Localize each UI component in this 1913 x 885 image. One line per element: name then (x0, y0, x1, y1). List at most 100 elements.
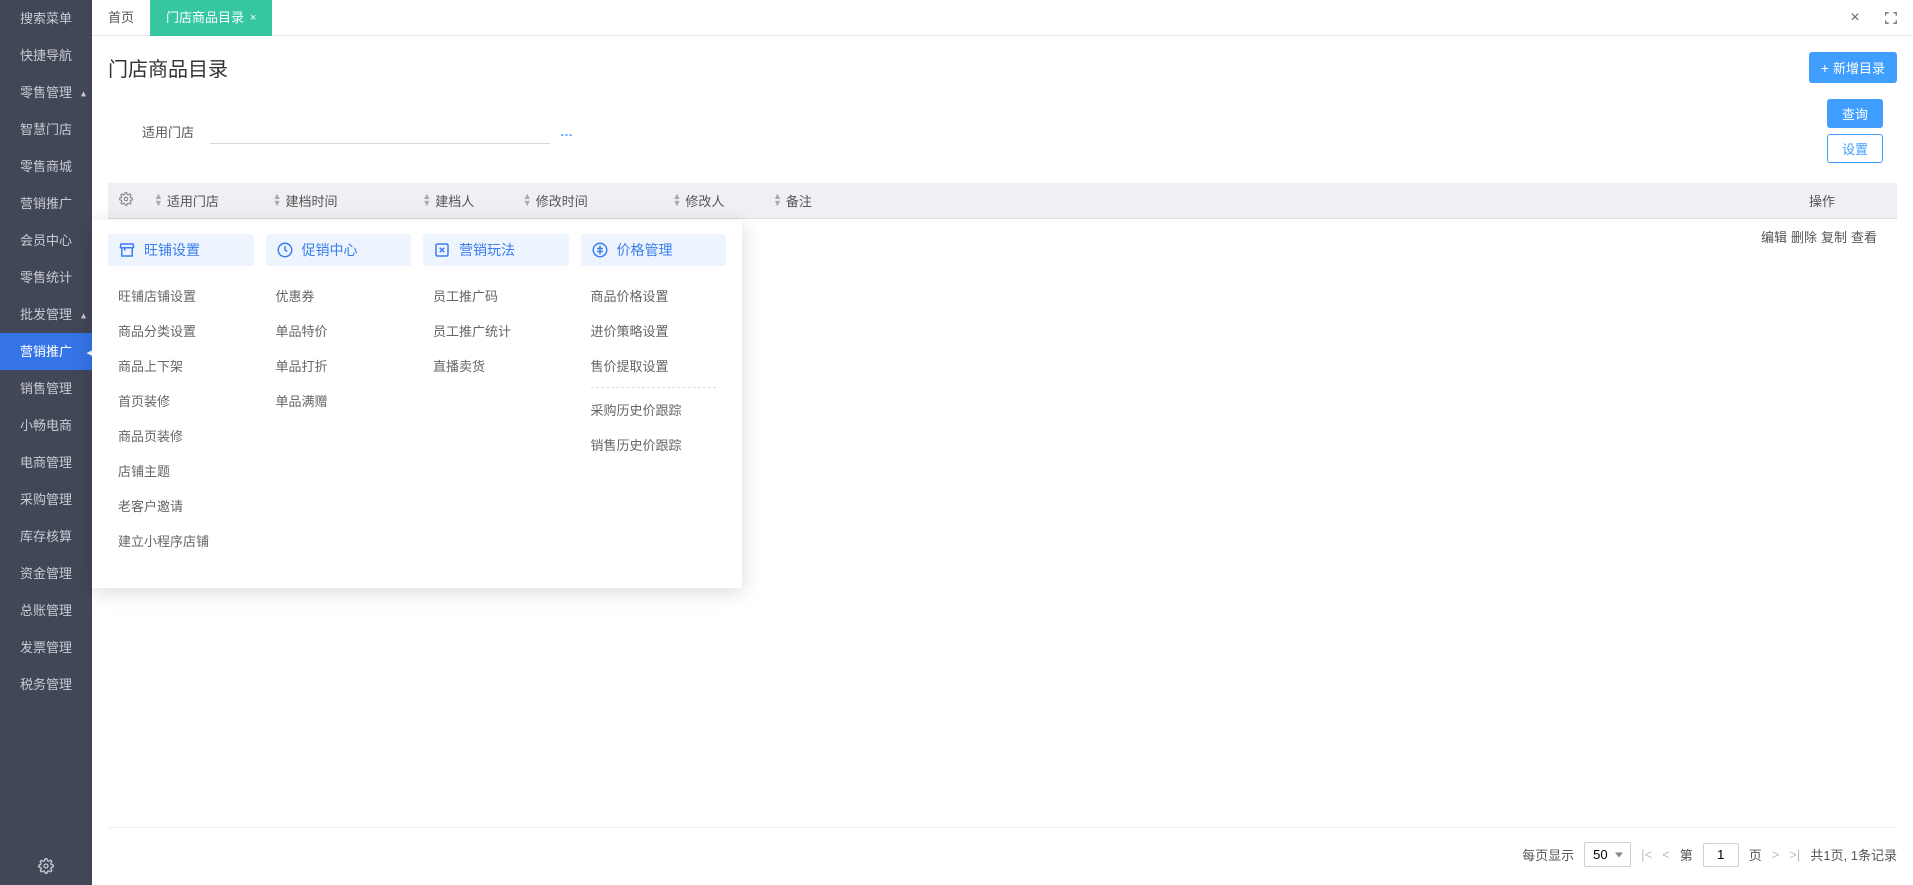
sidebar-subitem[interactable]: 零售统计 (0, 259, 92, 296)
page-next-icon[interactable]: > (1772, 847, 1780, 862)
flyout-item[interactable]: 商品页装修 (108, 418, 254, 453)
row-actions: 编辑删除复制查看 (1747, 219, 1897, 255)
flyout-item[interactable]: 员工推广码 (423, 278, 569, 313)
flyout-item[interactable]: 商品上下架 (108, 348, 254, 383)
sidebar-subitem[interactable]: 会员中心 (0, 222, 92, 259)
th-operations: 操作 (1747, 183, 1897, 219)
flyout-item[interactable]: 商品价格设置 (581, 278, 727, 313)
tab-active-label: 门店商品目录 (166, 0, 244, 36)
flyout-column: 旺铺设置旺铺店铺设置商品分类设置商品上下架首页装修商品页装修店铺主题老客户邀请建… (108, 234, 254, 558)
search-label: 适用门店 (142, 122, 194, 141)
store-input[interactable] (210, 118, 550, 144)
flyout-item[interactable]: 员工推广统计 (423, 313, 569, 348)
page-title: 门店商品目录 (108, 53, 228, 82)
gear-icon (38, 858, 54, 874)
flyout-item[interactable]: 售价提取设置 (581, 348, 727, 383)
pagination-info: 共1页, 1条记录 (1810, 845, 1897, 864)
sidebar-item[interactable]: 电商管理 (0, 444, 92, 481)
per-page-select[interactable]: 50 (1584, 842, 1631, 867)
flyout-item[interactable]: 旺铺店铺设置 (108, 278, 254, 313)
sidebar-item[interactable]: 小畅电商 (0, 407, 92, 444)
flyout-heading: 旺铺设置 (108, 234, 254, 266)
flyout-item[interactable]: 店铺主题 (108, 453, 254, 488)
page-label-prefix: 第 (1680, 845, 1693, 864)
flyout-heading: 价格管理 (581, 234, 727, 266)
flyout-item[interactable]: 进价策略设置 (581, 313, 727, 348)
th-created-at[interactable]: 建档时间 (263, 183, 413, 219)
th-store[interactable]: 适用门店 (144, 183, 263, 219)
flyout-item[interactable]: 直播卖货 (423, 348, 569, 383)
page-label-suffix: 页 (1749, 845, 1762, 864)
th-created-by[interactable]: 建档人 (412, 183, 512, 219)
more-dots-icon[interactable]: … (560, 124, 574, 139)
tab-active[interactable]: 门店商品目录 × (150, 0, 272, 36)
sidebar-subitem[interactable]: 营销推广◂ (0, 333, 92, 370)
plus-icon: + (1821, 60, 1829, 76)
table-cell (763, 219, 1747, 255)
sort-icon (422, 193, 431, 207)
page-first-icon[interactable]: |< (1641, 847, 1652, 862)
sort-icon (273, 193, 282, 207)
flyout-item[interactable]: 销售历史价跟踪 (581, 427, 727, 462)
flyout-divider (591, 387, 717, 388)
sort-icon (773, 193, 782, 207)
sidebar-item[interactable]: 资金管理 (0, 555, 92, 592)
sidebar-item[interactable]: 总账管理 (0, 592, 92, 629)
page-prev-icon[interactable]: < (1662, 847, 1670, 862)
sidebar-subitem[interactable]: 零售商城 (0, 148, 92, 185)
sidebar-subitem[interactable]: 销售管理 (0, 370, 92, 407)
row-action[interactable]: 查看 (1851, 230, 1877, 245)
flyout-item[interactable]: 首页装修 (108, 383, 254, 418)
sidebar-item[interactable]: 采购管理 (0, 481, 92, 518)
flyout-panel: 旺铺设置旺铺店铺设置商品分类设置商品上下架首页装修商品页装修店铺主题老客户邀请建… (92, 220, 742, 588)
pagination: 每页显示 50 |< < 第 页 > >| 共1页, 1条记录 (108, 827, 1897, 867)
sidebar-item[interactable]: 税务管理 (0, 666, 92, 703)
per-page-select-wrap: 50 (1584, 842, 1631, 867)
sidebar-quicknav[interactable]: 快捷导航 (0, 37, 92, 74)
page-last-icon[interactable]: >| (1789, 847, 1800, 862)
page-header: 门店商品目录 + 新增目录 (92, 36, 1913, 93)
sidebar-wholesale[interactable]: 批发管理 (0, 296, 92, 333)
tabs-bar: 首页 门店商品目录 × × (92, 0, 1913, 36)
caret-up-icon (81, 73, 86, 112)
close-all-icon[interactable]: × (1841, 4, 1869, 32)
sidebar-subitem[interactable]: 智慧门店 (0, 111, 92, 148)
flyout-item[interactable]: 建立小程序店铺 (108, 523, 254, 558)
settings-button[interactable]: 设置 (1827, 134, 1883, 163)
row-action[interactable]: 编辑 (1761, 230, 1787, 245)
sidebar: 搜索菜单 快捷导航 零售管理 智慧门店零售商城营销推广会员中心零售统计 批发管理… (0, 0, 92, 885)
tab-close-icon[interactable]: × (250, 0, 256, 36)
sort-icon (523, 193, 532, 207)
flyout-column: 促销中心优惠券单品特价单品打折单品满赠 (266, 234, 412, 558)
flyout-item[interactable]: 单品特价 (266, 313, 412, 348)
add-catalog-button[interactable]: + 新增目录 (1809, 52, 1897, 83)
search-row: 适用门店 … 查询 设置 (92, 93, 1913, 183)
th-remark[interactable]: 备注 (763, 183, 1747, 219)
row-action[interactable]: 复制 (1821, 230, 1847, 245)
gear-icon (119, 192, 133, 206)
sidebar-retail[interactable]: 零售管理 (0, 74, 92, 111)
sidebar-item[interactable]: 库存核算 (0, 518, 92, 555)
flyout-item[interactable]: 采购历史价跟踪 (581, 392, 727, 427)
th-updated-at[interactable]: 修改时间 (513, 183, 663, 219)
fullscreen-icon[interactable] (1877, 4, 1905, 32)
add-btn-label: 新增目录 (1833, 58, 1885, 77)
sidebar-item[interactable]: 发票管理 (0, 629, 92, 666)
sidebar-settings-gear[interactable] (0, 847, 92, 885)
sort-icon (673, 193, 682, 207)
gear-column-header[interactable] (108, 183, 144, 219)
flyout-heading: 营销玩法 (423, 234, 569, 266)
th-updated-by[interactable]: 修改人 (663, 183, 764, 219)
flyout-item[interactable]: 单品满赠 (266, 383, 412, 418)
tab-home[interactable]: 首页 (92, 0, 150, 36)
flyout-item[interactable]: 老客户邀请 (108, 488, 254, 523)
page-input[interactable] (1703, 843, 1739, 867)
sidebar-search[interactable]: 搜索菜单 (0, 0, 92, 37)
caret-up-icon (81, 295, 86, 334)
flyout-item[interactable]: 商品分类设置 (108, 313, 254, 348)
row-action[interactable]: 删除 (1791, 230, 1817, 245)
flyout-item[interactable]: 单品打折 (266, 348, 412, 383)
flyout-item[interactable]: 优惠券 (266, 278, 412, 313)
sidebar-subitem[interactable]: 营销推广 (0, 185, 92, 222)
query-button[interactable]: 查询 (1827, 99, 1883, 128)
